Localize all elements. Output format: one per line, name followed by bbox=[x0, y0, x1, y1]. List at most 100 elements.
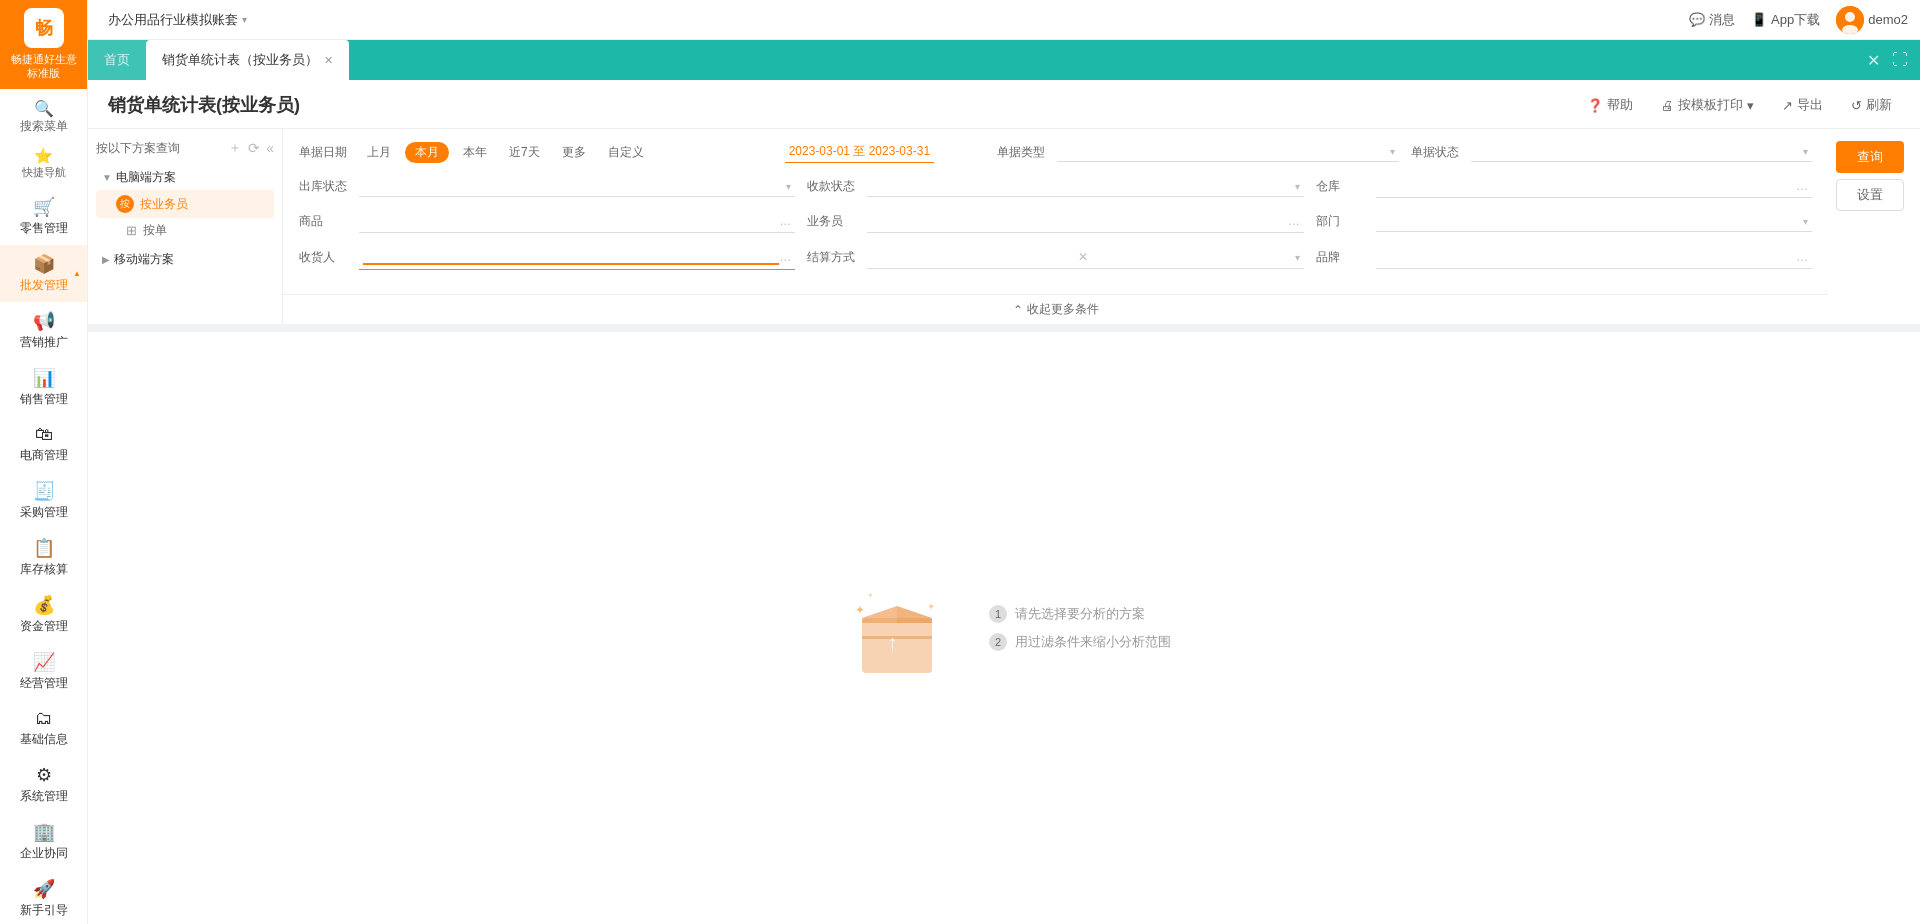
receiver-input[interactable] bbox=[363, 249, 779, 265]
warehouse-control[interactable]: … bbox=[1376, 175, 1812, 198]
filter-field-date-value: 2023-03-01 至 2023-03-31 bbox=[785, 141, 986, 163]
tab-home[interactable]: 首页 bbox=[88, 40, 146, 80]
date-tab-this-month[interactable]: 本月 bbox=[405, 142, 449, 163]
date-tab-custom[interactable]: 自定义 bbox=[600, 142, 652, 163]
settlement-clear-icon[interactable]: ✕ bbox=[1078, 250, 1088, 264]
pay-status-label: 收款状态 bbox=[807, 178, 859, 195]
tab-expand-icon[interactable]: ⛶ bbox=[1892, 51, 1908, 69]
marketing-icon: 📢 bbox=[33, 310, 55, 332]
sidebar-item-basic[interactable]: 🗂 基础信息 bbox=[0, 700, 87, 756]
ecommerce-icon: 🛍 bbox=[35, 424, 53, 445]
sidebar-item-retail[interactable]: 🛒 零售管理 bbox=[0, 188, 87, 245]
collapse-bar[interactable]: ⌃ 收起更多条件 bbox=[283, 294, 1828, 324]
sidebar-item-wholesale[interactable]: 📦 批发管理 bbox=[0, 245, 87, 302]
doc-status-control[interactable]: ▾ bbox=[1471, 142, 1812, 162]
main-content: 办公用品行业模拟账套 ▾ 💬 消息 📱 App下载 de bbox=[88, 0, 1920, 924]
sidebar-item-sales[interactable]: 📊 销售管理 bbox=[0, 359, 87, 416]
tab-close-window-icon[interactable]: ✕ bbox=[1867, 51, 1880, 70]
finance-icon: 💰 bbox=[33, 594, 55, 616]
tabbar-right: ✕ ⛶ bbox=[1867, 51, 1920, 70]
filter-field-settlement: 结算方式 ✕ ▾ bbox=[807, 246, 1303, 269]
user-avatar-area[interactable]: demo2 bbox=[1836, 6, 1908, 34]
system-icon: ⚙ bbox=[36, 764, 52, 786]
out-status-arrow-icon: ▾ bbox=[786, 181, 791, 192]
basic-icon: 🗂 bbox=[35, 708, 53, 729]
receiver-control[interactable]: … bbox=[359, 245, 795, 270]
scheme-add-button[interactable]: ＋ bbox=[228, 139, 242, 157]
salesman-control[interactable]: … bbox=[867, 210, 1303, 233]
sidebar-item-ecommerce[interactable]: 🛍 电商管理 bbox=[0, 416, 87, 472]
tabbar: 首页 销货单统计表（按业务员） ✕ ✕ ⛶ bbox=[88, 40, 1920, 80]
doc-status-label: 单据状态 bbox=[1411, 144, 1463, 161]
settlement-control[interactable]: ✕ ▾ bbox=[867, 246, 1303, 269]
sidebar-item-system[interactable]: ⚙ 系统管理 bbox=[0, 756, 87, 813]
scheme-group-desktop-header[interactable]: ▼ 电脑端方案 bbox=[96, 165, 274, 190]
export-button[interactable]: ↗ 导出 bbox=[1774, 92, 1831, 118]
filter-field-goods: 商品 … bbox=[299, 210, 795, 233]
scheme-refresh-button[interactable]: ⟳ bbox=[248, 140, 260, 156]
scheme-collapse-button[interactable]: « bbox=[266, 140, 274, 156]
scheme-item-by-order[interactable]: ⊞ 按单 bbox=[96, 218, 274, 243]
pay-status-arrow-icon: ▾ bbox=[1295, 181, 1300, 192]
department-control[interactable]: ▾ bbox=[1376, 212, 1812, 232]
print-button[interactable]: 🖨 按模板打印 ▾ bbox=[1653, 92, 1762, 118]
empty-tip-2: 2 用过滤条件来缩小分析范围 bbox=[989, 633, 1171, 651]
sidebar: 畅 畅捷通好生意 标准版 🔍 搜索菜单 ⭐ 快捷导航 🛒 零售管理 📦 批发管理… bbox=[0, 0, 88, 924]
filter-field-doc-type: 单据类型 ▾ bbox=[997, 142, 1398, 162]
settings-button[interactable]: 设置 bbox=[1836, 179, 1904, 211]
scheme-group-mobile-header[interactable]: ▶ 移动端方案 bbox=[96, 247, 274, 272]
empty-tips: 1 请先选择要分析的方案 2 用过滤条件来缩小分析范围 bbox=[989, 605, 1171, 651]
scheme-group-desktop: ▼ 电脑端方案 按 按业务员 ⊞ 按单 bbox=[96, 165, 274, 243]
filter-area: 按以下方案查询 ＋ ⟳ « ▼ 电脑端方案 按 按业务员 bbox=[88, 129, 1920, 324]
sidebar-item-marketing[interactable]: 📢 营销推广 bbox=[0, 302, 87, 359]
sidebar-item-newbie[interactable]: 🚀 新手引导 bbox=[0, 870, 87, 924]
refresh-button[interactable]: ↺ 刷新 bbox=[1843, 92, 1900, 118]
warehouse-dots-icon: … bbox=[1796, 179, 1808, 193]
topbar: 办公用品行业模拟账套 ▾ 💬 消息 📱 App下载 de bbox=[88, 0, 1920, 40]
sidebar-item-stock[interactable]: 📋 库存核算 bbox=[0, 529, 87, 586]
scheme-group-arrow-icon: ▼ bbox=[102, 172, 112, 183]
enterprise-icon: 🏢 bbox=[33, 821, 55, 843]
retail-icon: 🛒 bbox=[33, 196, 55, 218]
sidebar-item-enterprise[interactable]: 🏢 企业协同 bbox=[0, 813, 87, 870]
out-status-control[interactable]: ▾ bbox=[359, 177, 795, 197]
filter-field-warehouse: 仓库 … bbox=[1316, 175, 1812, 198]
warehouse-label: 仓库 bbox=[1316, 178, 1368, 195]
pay-status-control[interactable]: ▾ bbox=[867, 177, 1303, 197]
date-tab-more[interactable]: 更多 bbox=[554, 142, 594, 163]
receiver-label: 收货人 bbox=[299, 249, 351, 266]
app-selector[interactable]: 办公用品行业模拟账套 ▾ bbox=[100, 7, 255, 33]
svg-point-1 bbox=[1845, 12, 1855, 22]
filter-field-out-status: 出库状态 ▾ bbox=[299, 177, 795, 197]
svg-text:✦: ✦ bbox=[855, 603, 865, 617]
date-tab-last-month[interactable]: 上月 bbox=[359, 142, 399, 163]
purchase-icon: 🧾 bbox=[33, 480, 55, 502]
scheme-panel-header: 按以下方案查询 ＋ ⟳ « bbox=[96, 139, 274, 157]
salesman-dots-icon: … bbox=[1288, 214, 1300, 228]
app-download-button[interactable]: 📱 App下载 bbox=[1751, 11, 1820, 29]
tip-num-2: 2 bbox=[989, 633, 1007, 651]
doc-type-control[interactable]: ▾ bbox=[1057, 142, 1398, 162]
sidebar-item-quick-nav[interactable]: ⭐ 快捷导航 bbox=[0, 141, 87, 184]
print-icon: 🖨 bbox=[1661, 98, 1674, 113]
filter-row-2: 出库状态 ▾ 收款状态 ▾ bbox=[299, 175, 1812, 198]
message-button[interactable]: 💬 消息 bbox=[1689, 11, 1735, 29]
help-button[interactable]: ❓ 帮助 bbox=[1579, 92, 1641, 118]
tip-text-2: 用过滤条件来缩小分析范围 bbox=[1015, 633, 1171, 651]
date-tab-last7[interactable]: 近7天 bbox=[501, 142, 548, 163]
sidebar-item-purchase[interactable]: 🧾 采购管理 bbox=[0, 472, 87, 529]
sidebar-logo[interactable]: 畅 畅捷通好生意 标准版 bbox=[0, 0, 87, 89]
sidebar-item-search[interactable]: 🔍 搜索菜单 bbox=[0, 89, 87, 141]
sidebar-item-finance[interactable]: 💰 资金管理 bbox=[0, 586, 87, 643]
tab-sales-stat[interactable]: 销货单统计表（按业务员） ✕ bbox=[146, 40, 349, 80]
brand-control[interactable]: … bbox=[1376, 246, 1812, 269]
query-button[interactable]: 查询 bbox=[1836, 141, 1904, 173]
goods-control[interactable]: … bbox=[359, 210, 795, 233]
tab-close-icon[interactable]: ✕ bbox=[324, 54, 333, 67]
sidebar-item-operations[interactable]: 📈 经营管理 bbox=[0, 643, 87, 700]
goods-dots-icon: … bbox=[779, 214, 791, 228]
filter-field-brand: 品牌 … bbox=[1316, 246, 1812, 269]
date-tab-this-year[interactable]: 本年 bbox=[455, 142, 495, 163]
scheme-item-by-staff[interactable]: 按 按业务员 bbox=[96, 190, 274, 218]
help-icon: ❓ bbox=[1587, 98, 1603, 113]
